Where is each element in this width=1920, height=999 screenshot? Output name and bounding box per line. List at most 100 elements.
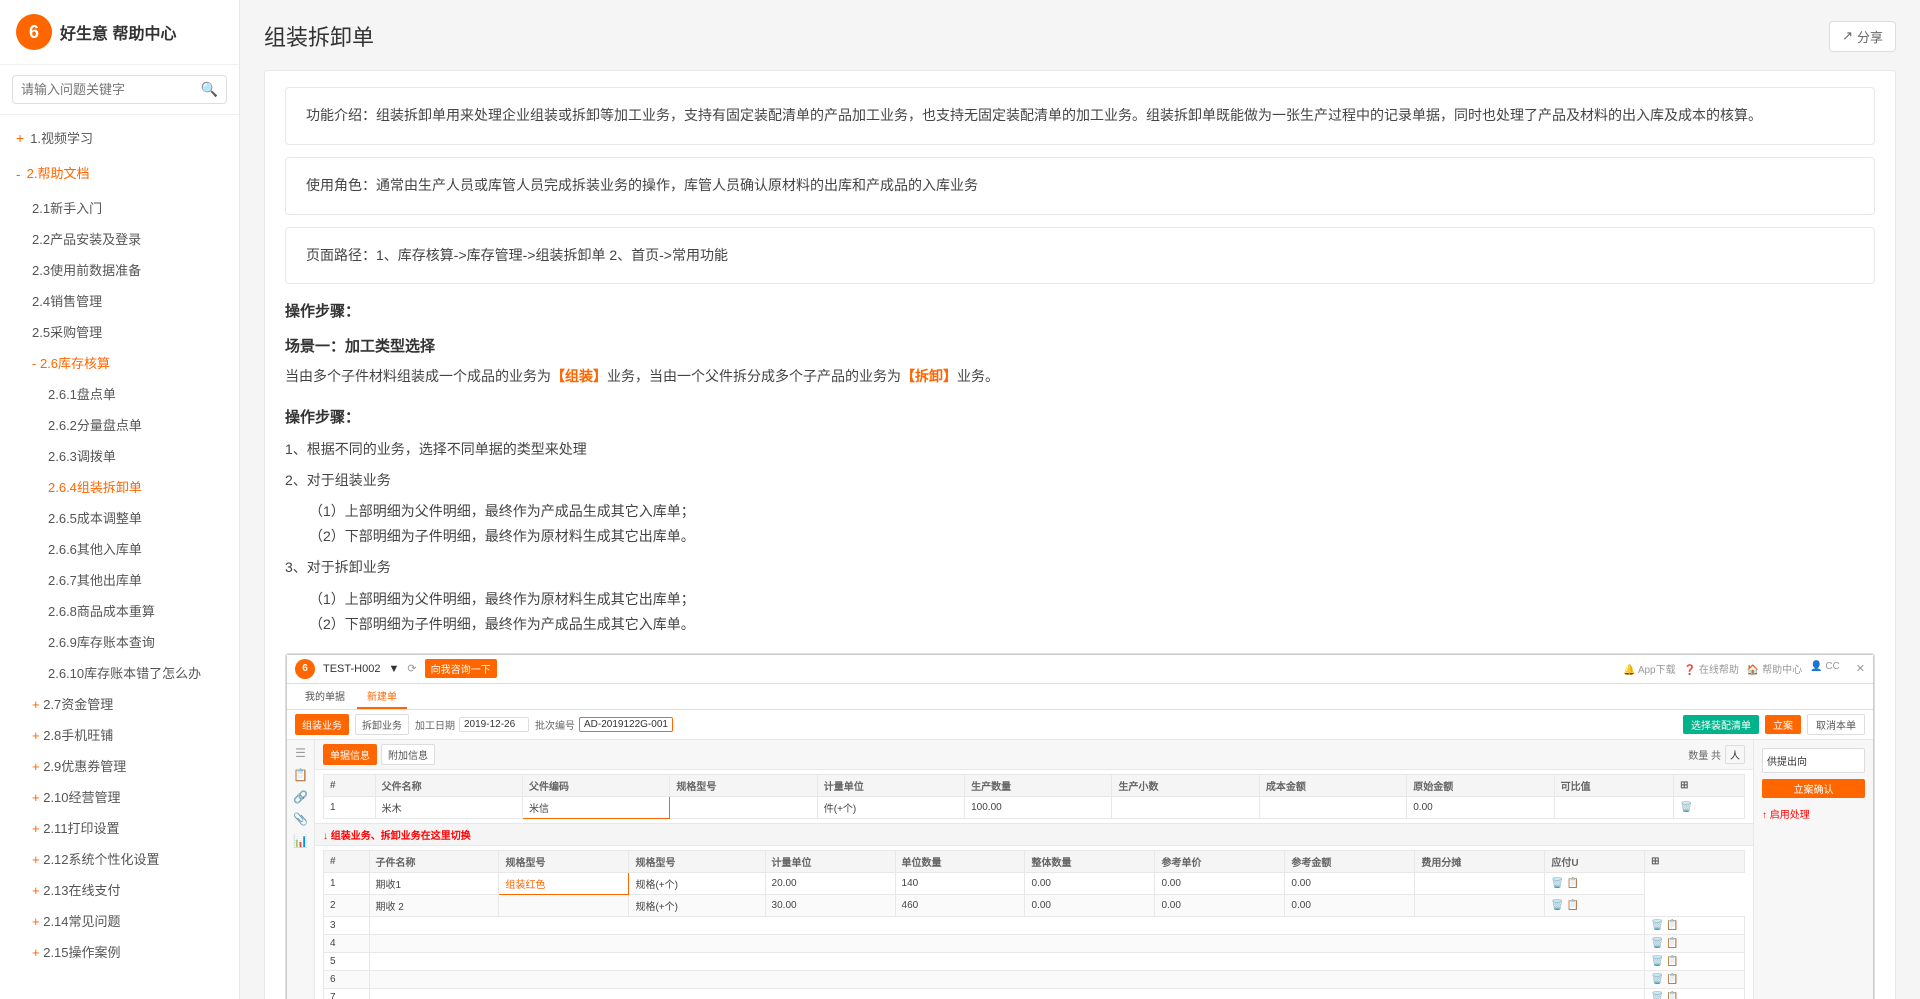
sidebar-item-2-6-7[interactable]: 2.6.7其他出库单: [0, 564, 239, 595]
scene1-title: 场景一：加工类型选择: [285, 335, 1875, 356]
sidebar-item-2-10[interactable]: + 2.10经营管理: [0, 781, 239, 812]
mock-right-confirm-button[interactable]: 立案确认: [1762, 779, 1865, 798]
intro-text-2: 使用角色：通常由生产人员或库管人员完成拆装业务的操作，库管人员确认原材料的出库和…: [306, 174, 1854, 198]
intro-card-2: 使用角色：通常由生产人员或库管人员完成拆装业务的操作，库管人员确认原材料的出库和…: [285, 157, 1875, 215]
mock-icon-3: 🏠 帮助中心: [1747, 661, 1802, 676]
scene1-desc: 当由多个子件材料组装成一个成品的业务为【组装】业务，当由一个父件拆分成多个子产品…: [285, 364, 1875, 389]
sidebar-item-2-6-9[interactable]: 2.6.9库存账本查询: [0, 626, 239, 657]
sidebar-item-2-8[interactable]: + 2.8手机旺铺: [0, 719, 239, 750]
sidebar-item-2-6-1[interactable]: 2.6.1盘点单: [0, 378, 239, 409]
step-title: 操作步骤：: [285, 406, 1875, 427]
sidebar-item-2-3[interactable]: 2.3使用前数据准备: [0, 254, 239, 285]
mock-top-table-body: 1 米木 米信 件(+个) 100.00 0.00: [324, 796, 1745, 818]
share-icon: ↗: [1842, 28, 1853, 44]
mock-top-table: # 父件名称 父件编码 规格型号 计量单位 生产数量 生产小数 成本金额 原始金: [323, 774, 1745, 819]
nav-list: + 1.视频学习 - 2.帮助文档 2.1新手入门 2.2产品安装及登录 2.3…: [0, 115, 239, 973]
search-area: 🔍: [0, 65, 239, 115]
mock-right-panel: 供提出向 立案确认 ↑ 启用处理: [1753, 740, 1873, 999]
mock-batchno-field: 批次编号 AD-2019122G-001: [535, 717, 673, 732]
mock-tabs: 我的单据 新建单: [287, 684, 1873, 710]
mock-date-value: 2019-12-26: [459, 717, 529, 732]
expand-icon-2: -: [16, 165, 21, 185]
share-button[interactable]: ↗ 分享: [1829, 21, 1896, 52]
mock-icon-2: ❓ 在线帮助: [1684, 661, 1739, 676]
mock-app: 6 TEST-H002 ▼ ⟳ 向我咨询一下 🔔 App下载 ❓ 在线帮助 🏠 …: [286, 654, 1874, 999]
table-row: 4🗑️ 📋: [324, 934, 1745, 952]
step2-1-text: （1）上部明细为父件明细，最终作为产成品生成其它入库单；: [309, 499, 1875, 524]
search-box: 🔍: [12, 75, 227, 104]
logo-text: 好生意 帮助中心: [60, 20, 176, 44]
page-title: 组装拆卸单: [264, 20, 374, 52]
mock-type-tab-disassembly[interactable]: 拆卸业务: [355, 714, 409, 735]
mock-icons: 🔔 App下载 ❓ 在线帮助 🏠 帮助中心 👤 CC: [1623, 661, 1840, 676]
mock-tab-myorders[interactable]: 我的单据: [295, 684, 355, 709]
mock-cancel-button[interactable]: 取消本单: [1807, 714, 1865, 735]
table-row: 6🗑️ 📋: [324, 970, 1745, 988]
sidebar-item-2-14[interactable]: + 2.14常见问题: [0, 905, 239, 936]
mock-refresh-icon: ⟳: [407, 662, 416, 675]
sidebar-item-2-13[interactable]: + 2.13在线支付: [0, 874, 239, 905]
sidebar-item-2-1[interactable]: 2.1新手入门: [0, 192, 239, 223]
left-icon-2: 📋: [293, 768, 308, 782]
form-count-value: 人: [1725, 745, 1745, 764]
mock-body-wrapper: ☰ 📋 🔗 📎 📊 单据信息 附加信息 数量 共: [287, 740, 1873, 999]
sidebar-item-2-4[interactable]: 2.4销售管理: [0, 285, 239, 316]
sidebar-item-2-9[interactable]: + 2.9优惠券管理: [0, 750, 239, 781]
sidebar-item-2-6-8[interactable]: 2.6.8商品成本重算: [0, 595, 239, 626]
search-input[interactable]: [21, 82, 201, 97]
logo-area: 6 好生意 帮助中心: [0, 0, 239, 65]
mock-type-tab-assembly[interactable]: 组装业务: [295, 714, 349, 735]
sidebar-item-2-2[interactable]: 2.2产品安装及登录: [0, 223, 239, 254]
mock-tab-new[interactable]: 新建单: [357, 684, 407, 709]
sidebar-item-2-7[interactable]: + 2.7资金管理: [0, 688, 239, 719]
step2-text: 2、对于组装业务: [285, 468, 1875, 493]
mock-right-field: 供提出向: [1762, 748, 1865, 773]
sidebar-item-2-6[interactable]: - 2.6库存核算: [0, 347, 239, 378]
mock-table-divider: ↓ 组装业务、拆卸业务在这里切换: [315, 823, 1753, 846]
sidebar-item-2-6-3[interactable]: 2.6.3调拨单: [0, 440, 239, 471]
mock-close-icon: ✕: [1856, 662, 1865, 675]
search-icon[interactable]: 🔍: [201, 81, 218, 98]
sidebar-item-2-6-4[interactable]: 2.6.4组装拆卸单: [0, 471, 239, 502]
left-icon-4: 📎: [293, 812, 308, 826]
step3-1-text: （1）上部明细为父件明细，最终作为原材料生成其它出库单；: [309, 587, 1875, 612]
sidebar-item-2-6-10[interactable]: 2.6.10库存账本错了怎么办: [0, 657, 239, 688]
mock-top-table-head: # 父件名称 父件编码 规格型号 计量单位 生产数量 生产小数 成本金额 原始金: [324, 774, 1745, 796]
sidebar-item-2-12[interactable]: + 2.12系统个性化设置: [0, 843, 239, 874]
content-section: 功能介绍：组装拆卸单用来处理企业组装或拆卸等加工业务，支持有固定装配清单的产品加…: [264, 70, 1896, 999]
mock-main-body: 单据信息 附加信息 数量 共 人: [315, 740, 1753, 999]
mock-top-table-area: # 父件名称 父件编码 规格型号 计量单位 生产数量 生产小数 成本金额 原始金: [315, 770, 1753, 823]
mock-dropdown: ▼: [388, 663, 399, 675]
sidebar-item-2-6-5[interactable]: 2.6.5成本调整单: [0, 502, 239, 533]
sidebar-item-2-6-6[interactable]: 2.6.6其他入库单: [0, 533, 239, 564]
table-row: 5🗑️ 📋: [324, 952, 1745, 970]
mock-save-button[interactable]: 立案: [1765, 715, 1801, 734]
table-row: 1 米木 米信 件(+个) 100.00 0.00: [324, 796, 1745, 818]
mock-subtab-extra[interactable]: 附加信息: [381, 744, 435, 765]
mock-subtabs-row: 单据信息 附加信息 数量 共 人: [315, 740, 1753, 770]
mock-select-bom-button[interactable]: 选择装配清单: [1683, 715, 1759, 734]
intro-card-3: 页面路径：1、库存核算->库存管理->组装拆卸单 2、首页->常用功能: [285, 227, 1875, 285]
mock-bottom-table-area: # 子件名称 规格型号 规格型号 计量单位 单位数量 整体数量 参考单价 参考金: [315, 846, 1753, 999]
mock-batchno-value: AD-2019122G-001: [579, 717, 673, 732]
sidebar: 6 好生意 帮助中心 🔍 + 1.视频学习 - 2.帮助文档 2.1新手入门 2…: [0, 0, 240, 999]
mock-toolbar: 组装业务 拆卸业务 加工日期 2019-12-26 批次编号 AD-201912…: [287, 710, 1873, 740]
table-row: 3🗑️ 📋: [324, 916, 1745, 934]
sidebar-item-2-6-2[interactable]: 2.6.2分量盘点单: [0, 409, 239, 440]
mock-left-icons: ☰ 📋 🔗 📎 📊: [287, 740, 315, 999]
mock-form-fields: 数量 共 人: [1688, 745, 1745, 764]
sidebar-item-2-15[interactable]: + 2.15操作案例: [0, 936, 239, 967]
sidebar-item-2-11[interactable]: + 2.11打印设置: [0, 812, 239, 843]
mock-logo: 6: [295, 659, 315, 679]
mock-icon-1: 🔔 App下载: [1623, 661, 1675, 676]
step1-text: 1、根据不同的业务，选择不同单据的类型来处理: [285, 437, 1875, 462]
sidebar-item-2[interactable]: - 2.帮助文档: [0, 157, 239, 193]
screenshot-container: 6 TEST-H002 ▼ ⟳ 向我咨询一下 🔔 App下载 ❓ 在线帮助 🏠 …: [285, 653, 1875, 999]
mock-icon-4: 👤 CC: [1810, 661, 1840, 676]
left-icon-5: 📊: [293, 834, 308, 848]
mock-subtab-info[interactable]: 单据信息: [323, 744, 377, 765]
mock-date-field: 加工日期 2019-12-26: [415, 717, 529, 732]
step3-2-text: （2）下部明细为子件明细，最终作为产成品生成其它入库单。: [309, 612, 1875, 637]
sidebar-item-1[interactable]: + 1.视频学习: [0, 121, 239, 157]
sidebar-item-2-5[interactable]: 2.5采购管理: [0, 316, 239, 347]
